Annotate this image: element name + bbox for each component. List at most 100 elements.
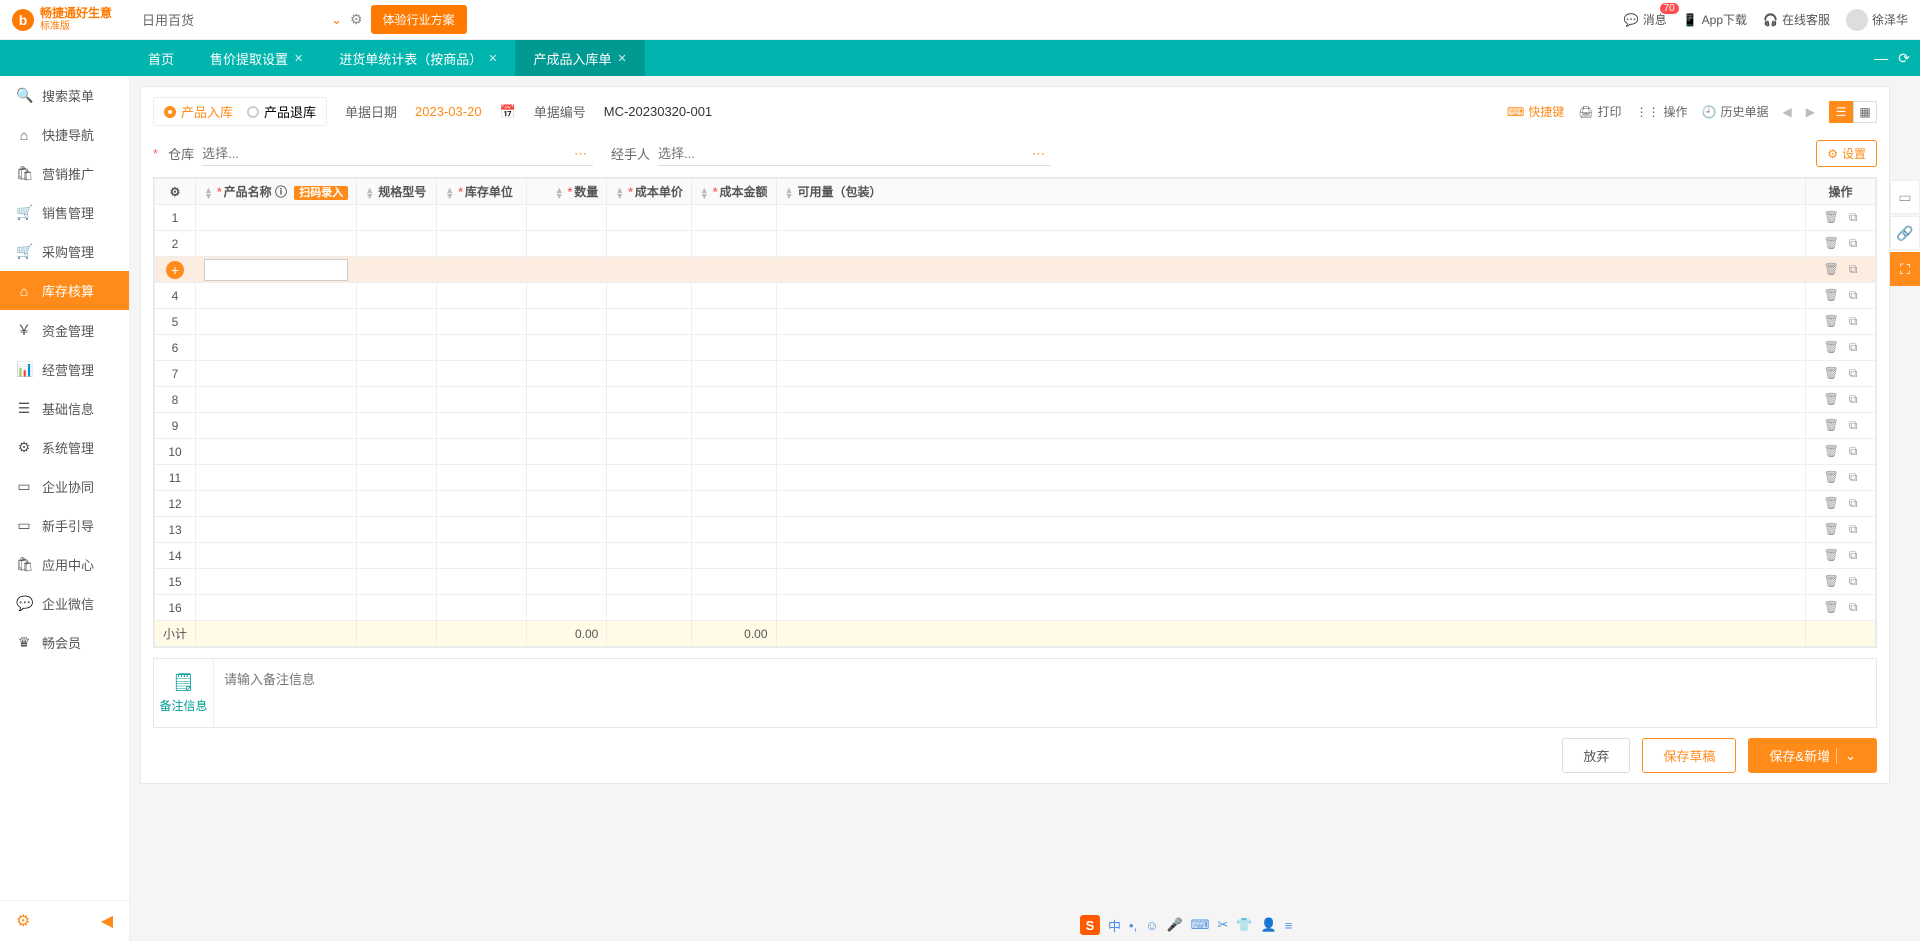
copy-icon[interactable]: ⧉ <box>1849 210 1858 225</box>
operate-link[interactable]: ⋮⋮ 操作 <box>1636 103 1688 120</box>
col-unit[interactable]: ▲▼*库存单位 <box>437 179 527 205</box>
app-download-action[interactable]: 📱 App下载 <box>1683 11 1747 28</box>
chevron-down-icon[interactable]: ⌄ <box>1836 748 1856 764</box>
ime-icon[interactable]: ≡ <box>1285 918 1293 933</box>
sidebar-item-enterprise[interactable]: ▭企业协同 <box>0 467 129 506</box>
print-link[interactable]: 🖨 打印 <box>1578 103 1621 120</box>
ime-icon[interactable]: ✂ <box>1217 917 1228 933</box>
delete-icon[interactable]: 🗑 <box>1824 210 1839 225</box>
ime-icon[interactable]: ☺ <box>1145 918 1158 933</box>
copy-icon[interactable]: ⧉ <box>1849 418 1858 433</box>
delete-icon[interactable]: 🗑 <box>1824 262 1839 277</box>
table-row[interactable]: 9🗑⧉ <box>155 413 1876 439</box>
remark-input[interactable] <box>214 659 1876 727</box>
table-row[interactable]: 1🗑⧉ <box>155 205 1876 231</box>
copy-icon[interactable]: ⧉ <box>1849 236 1858 251</box>
tab-refresh[interactable]: ⟳ <box>1898 50 1910 67</box>
tab-price-extract[interactable]: 售价提取设置✕ <box>192 40 321 76</box>
col-gear[interactable]: ⚙ <box>155 179 196 205</box>
table-row[interactable]: 7🗑⧉ <box>155 361 1876 387</box>
tab-home[interactable]: 首页 <box>130 40 192 76</box>
sidebar-item-marketing[interactable]: 🛍营销推广 <box>0 154 129 193</box>
calendar-icon[interactable]: 📅 <box>500 104 516 120</box>
copy-icon[interactable]: ⧉ <box>1849 340 1858 355</box>
close-icon[interactable]: ✕ <box>488 52 497 65</box>
tab-product-inbound[interactable]: 产成品入库单✕ <box>515 40 644 76</box>
delete-icon[interactable]: 🗑 <box>1824 548 1839 563</box>
delete-icon[interactable]: 🗑 <box>1824 470 1839 485</box>
next-arrow[interactable]: ▶ <box>1806 105 1815 119</box>
radio-product-in[interactable]: 产品入库 <box>164 102 233 121</box>
view-list-icon[interactable]: ☰ <box>1829 101 1853 123</box>
copy-icon[interactable]: ⧉ <box>1849 314 1858 329</box>
settings-button[interactable]: ⚙ 设置 <box>1816 140 1877 167</box>
save-draft-button[interactable]: 保存草稿 <box>1642 738 1736 773</box>
copy-icon[interactable]: ⧉ <box>1849 600 1858 615</box>
copy-icon[interactable]: ⧉ <box>1849 288 1858 303</box>
history-link[interactable]: 🕘 历史单据 <box>1702 103 1769 120</box>
warehouse-more-icon[interactable]: ⋯ <box>574 146 587 162</box>
product-name-input[interactable] <box>204 259 348 281</box>
sidebar-item-search[interactable]: 🔍搜索菜单 <box>0 76 129 115</box>
ime-icon[interactable]: 👤 <box>1261 917 1277 933</box>
table-row[interactable]: 2🗑⧉ <box>155 231 1876 257</box>
tab-minimize[interactable]: — <box>1874 50 1888 67</box>
delete-icon[interactable]: 🗑 <box>1824 314 1839 329</box>
delete-icon[interactable]: 🗑 <box>1824 444 1839 459</box>
sidebar-settings-icon[interactable]: ⚙ <box>16 911 30 931</box>
sidebar-item-funds[interactable]: ￥资金管理 <box>0 310 129 350</box>
sidebar-item-newbie[interactable]: ▭新手引导 <box>0 506 129 545</box>
delete-icon[interactable]: 🗑 <box>1824 236 1839 251</box>
shop-gear-icon[interactable]: ⚙ <box>350 11 363 28</box>
right-strip-item-1[interactable]: ▭ <box>1890 180 1920 214</box>
delete-icon[interactable]: 🗑 <box>1824 418 1839 433</box>
warehouse-input[interactable] <box>202 142 593 166</box>
col-available[interactable]: ▲▼可用量（包装） <box>776 179 1805 205</box>
delete-icon[interactable]: 🗑 <box>1824 522 1839 537</box>
date-value[interactable]: 2023-03-20 <box>415 104 482 119</box>
col-qty[interactable]: ▲▼*数量 <box>527 179 607 205</box>
delete-icon[interactable]: 🗑 <box>1824 574 1839 589</box>
table-row[interactable]: 15🗑⧉ <box>155 569 1876 595</box>
sidebar-item-system[interactable]: ⚙系统管理 <box>0 428 129 467</box>
delete-icon[interactable]: 🗑 <box>1824 366 1839 381</box>
ime-icon[interactable]: •, <box>1129 918 1137 933</box>
sidebar-item-member[interactable]: ♛畅会员 <box>0 623 129 662</box>
sidebar-item-wechat[interactable]: 💬企业微信 <box>0 584 129 623</box>
ime-lang[interactable]: 中 <box>1108 916 1121 935</box>
col-amount[interactable]: ▲▼*成本金额 <box>691 179 776 205</box>
col-price[interactable]: ▲▼*成本单价 <box>607 179 692 205</box>
sidebar-item-sales[interactable]: 🛒销售管理 <box>0 193 129 232</box>
message-action[interactable]: 💬 消息 70 <box>1624 11 1667 28</box>
table-row[interactable]: 10🗑⧉ <box>155 439 1876 465</box>
copy-icon[interactable]: ⧉ <box>1849 548 1858 563</box>
shortcut-link[interactable]: ⌨ 快捷键 <box>1507 103 1564 120</box>
table-row[interactable]: 14🗑⧉ <box>155 543 1876 569</box>
close-icon[interactable]: ✕ <box>294 52 303 65</box>
copy-icon[interactable]: ⧉ <box>1849 496 1858 511</box>
copy-icon[interactable]: ⧉ <box>1849 574 1858 589</box>
ime-icon[interactable]: ⌨ <box>1191 917 1210 933</box>
discard-button[interactable]: 放弃 <box>1562 738 1630 773</box>
tab-purchase-stats[interactable]: 进货单统计表（按商品）✕ <box>321 40 515 76</box>
delete-icon[interactable]: 🗑 <box>1824 600 1839 615</box>
delete-icon[interactable]: 🗑 <box>1824 288 1839 303</box>
sidebar-item-appcenter[interactable]: 🛍应用中心 <box>0 545 129 584</box>
sidebar-item-purchase[interactable]: 🛒采购管理 <box>0 232 129 271</box>
table-row[interactable]: 16🗑⧉ <box>155 595 1876 621</box>
sidebar-item-business[interactable]: 📊经营管理 <box>0 350 129 389</box>
shop-select[interactable]: 日用百货 ⌄ <box>142 10 342 29</box>
table-row[interactable]: 5🗑⧉ <box>155 309 1876 335</box>
table-row[interactable]: 8🗑⧉ <box>155 387 1876 413</box>
handler-more-icon[interactable]: ⋯ <box>1032 146 1045 162</box>
right-strip-item-3[interactable]: ⛶ <box>1890 252 1920 286</box>
copy-icon[interactable]: ⧉ <box>1849 392 1858 407</box>
ime-icon[interactable]: 👕 <box>1236 917 1252 933</box>
copy-icon[interactable]: ⧉ <box>1849 522 1858 537</box>
copy-icon[interactable]: ⧉ <box>1849 262 1858 277</box>
sidebar-item-quicknav[interactable]: ⌂快捷导航 <box>0 115 129 154</box>
col-product-name[interactable]: ▲▼*产品名称 ⓘ 扫码录入 <box>196 179 357 205</box>
user-menu[interactable]: 徐泽华 <box>1846 9 1908 31</box>
col-spec[interactable]: ▲▼规格型号 <box>357 179 437 205</box>
delete-icon[interactable]: 🗑 <box>1824 392 1839 407</box>
